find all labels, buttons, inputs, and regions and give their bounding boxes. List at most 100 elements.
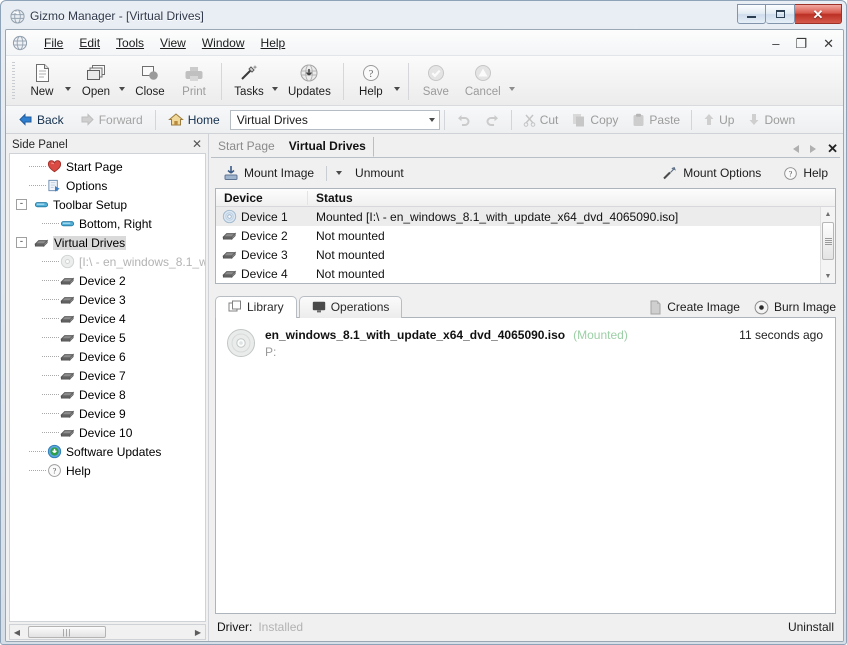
scroll-right-icon[interactable]: ▶ bbox=[191, 628, 205, 637]
next-tab-icon[interactable] bbox=[810, 144, 817, 153]
tree-item-options[interactable]: Options bbox=[10, 176, 205, 195]
tree-item-device-9[interactable]: Device 9 bbox=[10, 404, 205, 423]
tree-item-virtual-drives[interactable]: - Virtual Drives bbox=[10, 233, 205, 252]
nav-forward-button[interactable]: Forward bbox=[72, 108, 151, 131]
nav-cut-button[interactable]: Cut bbox=[516, 109, 566, 131]
table-row[interactable]: Device 1 Mounted [I:\ - en_windows_8.1_wi… bbox=[216, 207, 835, 226]
tree-item-device-4[interactable]: Device 4 bbox=[10, 309, 205, 328]
tree-item-label: Device 4 bbox=[79, 311, 126, 326]
tree-item-device-3[interactable]: Device 3 bbox=[10, 290, 205, 309]
unmount-button[interactable]: Unmount bbox=[347, 161, 412, 185]
toolbar-updates-button[interactable]: Updates bbox=[281, 58, 338, 105]
toolbar-help-dropdown[interactable] bbox=[393, 58, 403, 105]
toolbar-print-button[interactable]: Print bbox=[172, 58, 216, 105]
mdi-close-button[interactable]: ✕ bbox=[820, 35, 837, 52]
mount-options-button[interactable]: Mount Options bbox=[654, 160, 769, 186]
burn-image-button[interactable]: Burn Image bbox=[754, 300, 836, 315]
nav-paste-button[interactable]: Paste bbox=[625, 109, 687, 131]
tree-item-help[interactable]: ? Help bbox=[10, 461, 205, 480]
tab-virtual-drives[interactable]: Virtual Drives bbox=[282, 137, 374, 157]
side-panel-horizontal-scrollbar[interactable]: ◀ ||| ▶ bbox=[9, 624, 206, 640]
mount-image-dropdown[interactable] bbox=[331, 166, 347, 180]
tab-library[interactable]: Library bbox=[215, 296, 297, 318]
nav-undo-button[interactable] bbox=[449, 109, 478, 131]
tree-item-device-8[interactable]: Device 8 bbox=[10, 385, 205, 404]
window-minimize-button[interactable] bbox=[737, 4, 766, 24]
mdi-restore-button[interactable]: ❐ bbox=[792, 35, 810, 52]
tree-item-bottom-right[interactable]: Bottom, Right bbox=[10, 214, 205, 233]
nav-up-button[interactable]: Up bbox=[696, 109, 741, 131]
tree-item-i-en-windows-8-1-with[interactable]: [I:\ - en_windows_8.1_with bbox=[10, 252, 205, 271]
menu-item-view[interactable]: View bbox=[152, 33, 194, 53]
tab-start-page[interactable]: Start Page bbox=[211, 137, 282, 157]
toolbar-open-dropdown[interactable] bbox=[118, 58, 128, 105]
table-row[interactable]: Device 3 Not mounted bbox=[216, 245, 835, 264]
toolbar-cancel-button[interactable]: Cancel bbox=[458, 58, 508, 105]
drive-icon bbox=[222, 251, 237, 260]
address-bar[interactable]: Virtual Drives bbox=[229, 109, 440, 130]
nav-back-button[interactable]: Back bbox=[10, 108, 72, 131]
scrollbar-thumb[interactable] bbox=[822, 222, 834, 260]
prev-tab-icon[interactable] bbox=[793, 144, 800, 153]
mount-image-button[interactable]: Mount Image bbox=[215, 160, 322, 186]
tree-item-device-6[interactable]: Device 6 bbox=[10, 347, 205, 366]
nav-home-button[interactable]: Home bbox=[160, 108, 228, 131]
side-panel-close-icon[interactable]: ✕ bbox=[192, 137, 202, 151]
create-image-button[interactable]: Create Image bbox=[648, 299, 740, 315]
toolbar-grip[interactable] bbox=[11, 62, 17, 101]
new-document-icon bbox=[33, 62, 52, 84]
tree-expander-icon[interactable]: - bbox=[16, 199, 27, 210]
menu-item-tools[interactable]: Tools bbox=[108, 33, 152, 53]
table-row[interactable]: Device 2 Not mounted bbox=[216, 226, 835, 245]
toolbar-close-button[interactable]: Close bbox=[128, 58, 172, 105]
copy-icon bbox=[573, 113, 585, 126]
application-window: Gizmo Manager - [Virtual Drives] ✕ File … bbox=[0, 0, 847, 645]
tree-item-device-2[interactable]: Device 2 bbox=[10, 271, 205, 290]
window-close-button[interactable]: ✕ bbox=[795, 4, 842, 24]
tree-item-device-10[interactable]: Device 10 bbox=[10, 423, 205, 442]
toolbar-save-button[interactable]: Save bbox=[414, 58, 458, 105]
nav-redo-button[interactable] bbox=[478, 109, 507, 131]
library-list-item[interactable]: en_windows_8.1_with_update_x64_dvd_40650… bbox=[216, 318, 835, 359]
nav-copy-button[interactable]: Copy bbox=[565, 109, 625, 131]
mdi-minimize-button[interactable]: – bbox=[769, 35, 782, 52]
toolbar-open-button[interactable]: Open bbox=[74, 58, 118, 105]
window-maximize-button[interactable] bbox=[766, 4, 795, 24]
menu-item-help[interactable]: Help bbox=[253, 33, 294, 53]
tree-item-icon-wrap bbox=[59, 273, 76, 288]
tree-item-toolbar-setup[interactable]: - Toolbar Setup bbox=[10, 195, 205, 214]
menu-item-window[interactable]: Window bbox=[194, 33, 253, 53]
toolbar-overflow-button[interactable] bbox=[508, 58, 518, 105]
toolbar-new-button[interactable]: New bbox=[20, 58, 64, 105]
toolbar-help-button[interactable]: ? Help bbox=[349, 58, 393, 105]
scroll-up-icon[interactable]: ▲ bbox=[825, 207, 832, 221]
library-pane[interactable]: en_windows_8.1_with_update_x64_dvd_40650… bbox=[215, 317, 836, 614]
column-header-status[interactable]: Status bbox=[308, 191, 835, 205]
table-row[interactable]: Device 4 Not mounted bbox=[216, 264, 835, 283]
tree-expander-icon[interactable]: - bbox=[16, 237, 27, 248]
tab-operations[interactable]: Operations bbox=[298, 296, 403, 318]
tree-item-start-page[interactable]: Start Page bbox=[10, 157, 205, 176]
tree-item-device-7[interactable]: Device 7 bbox=[10, 366, 205, 385]
tree-item-software-updates[interactable]: Software Updates bbox=[10, 442, 205, 461]
side-panel-tree[interactable]: Start Page Options - Toolbar Setup Bottom, R… bbox=[9, 154, 206, 622]
menu-item-edit[interactable]: Edit bbox=[71, 33, 108, 53]
device-list[interactable]: Device Status Device 1 Mounted [I:\ - en_… bbox=[215, 188, 836, 284]
toolbar-tasks-button[interactable]: Tasks bbox=[227, 58, 271, 105]
toolbar-tasks-dropdown[interactable] bbox=[271, 58, 281, 105]
device-list-scrollbar[interactable]: ▲ ▼ bbox=[820, 207, 835, 283]
mount-help-button[interactable]: ? Help bbox=[775, 161, 836, 186]
close-tab-icon[interactable]: ✕ bbox=[827, 142, 838, 155]
uninstall-button[interactable]: Uninstall bbox=[788, 620, 834, 634]
tree-item-device-5[interactable]: Device 5 bbox=[10, 328, 205, 347]
tab-operations-label: Operations bbox=[330, 300, 390, 314]
tree-item-icon-wrap bbox=[46, 444, 63, 459]
column-header-device[interactable]: Device bbox=[216, 190, 308, 205]
scroll-down-icon[interactable]: ▼ bbox=[825, 269, 832, 283]
chevron-down-icon[interactable] bbox=[428, 117, 435, 122]
nav-down-button[interactable]: Down bbox=[741, 109, 802, 131]
toolbar-new-dropdown[interactable] bbox=[64, 58, 74, 105]
menu-item-file[interactable]: File bbox=[36, 33, 71, 53]
scrollbar-thumb[interactable]: ||| bbox=[28, 626, 106, 638]
scroll-left-icon[interactable]: ◀ bbox=[10, 628, 24, 637]
